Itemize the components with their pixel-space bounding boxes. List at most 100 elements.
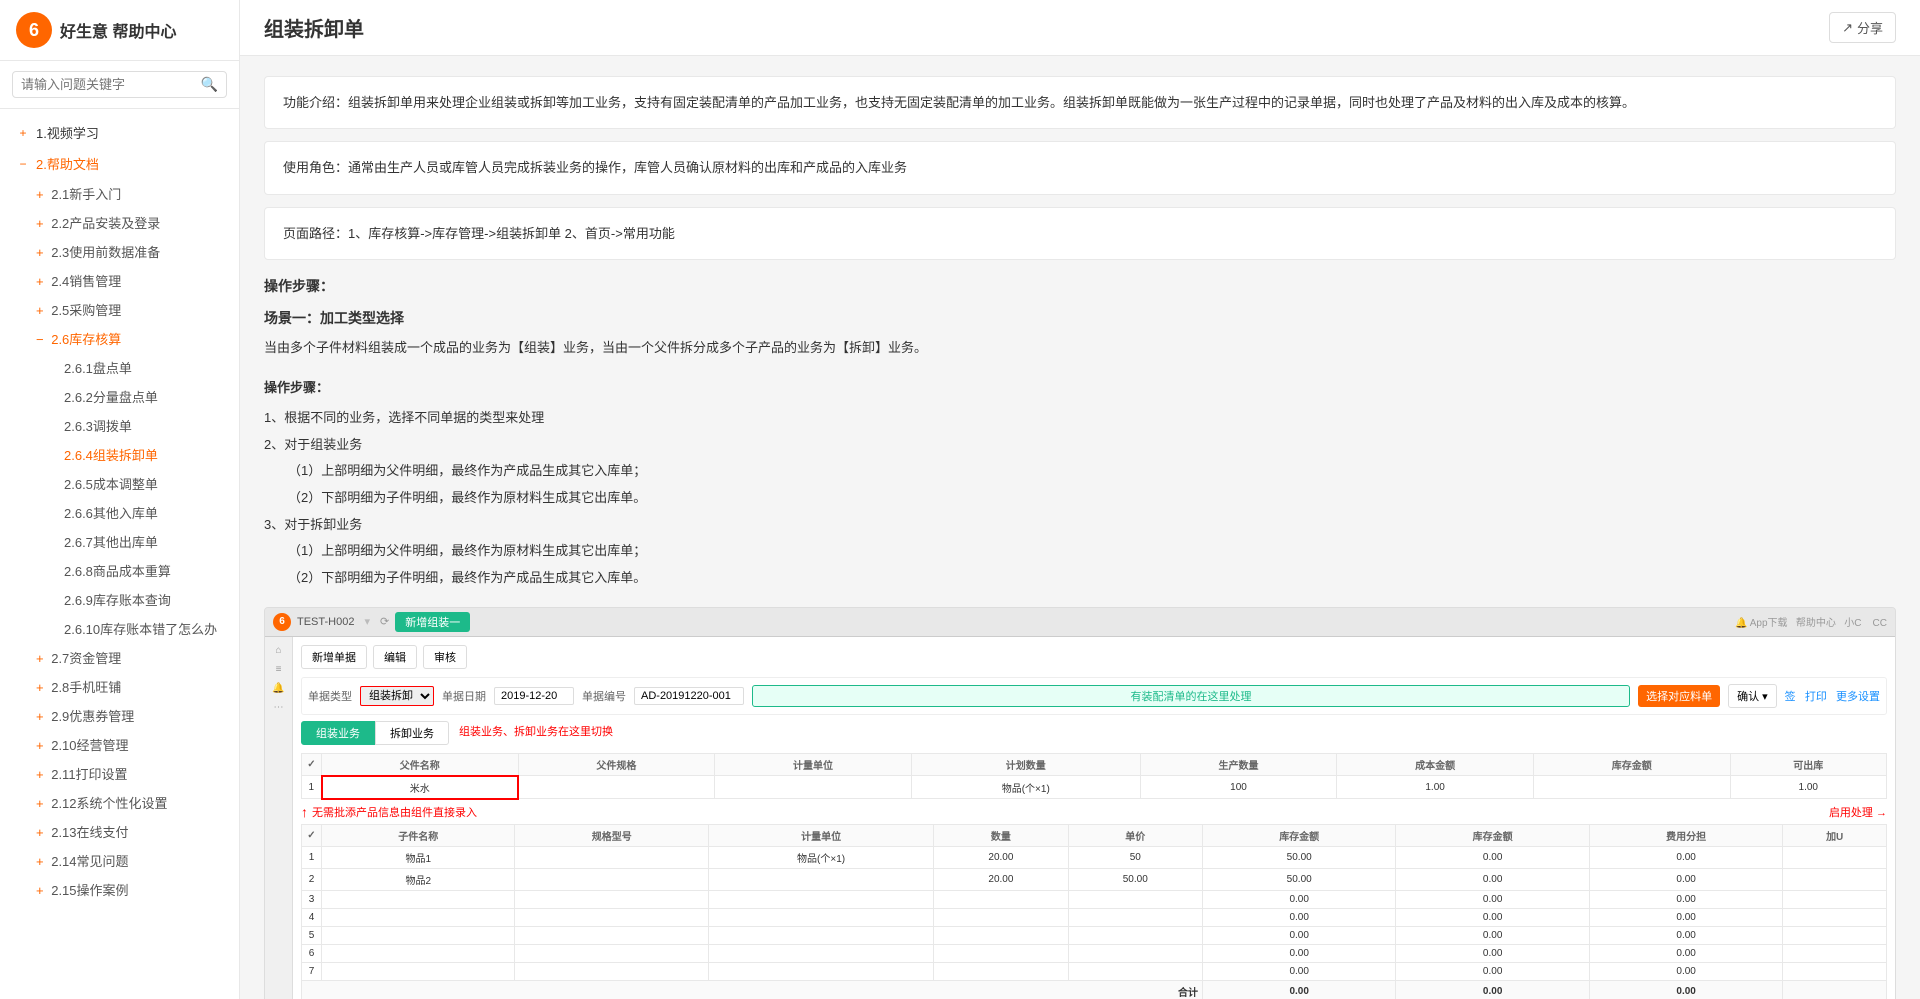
mock-tab-assemble[interactable]: 组装业务: [301, 721, 375, 745]
td-c2-add: [1783, 868, 1887, 890]
sidebar-item-sub29[interactable]: + 2.9优惠券管理: [36, 701, 239, 730]
intro-block-2: 使用角色：通常由生产人员或库管人员完成拆装业务的操作，库管人员确认原材料的出库和…: [264, 141, 1896, 194]
td-parent-spec-1: [518, 776, 715, 799]
td-prod-qty-1: 100: [1140, 776, 1337, 799]
search-input[interactable]: [21, 77, 201, 92]
mock-btn-edit[interactable]: 编辑: [373, 645, 417, 669]
td-c1-add: [1783, 846, 1887, 868]
main-body: 功能介绍：组装拆卸单用来处理企业组装或拆卸等加工业务，支持有固定装配清单的产品加…: [240, 56, 1920, 999]
th-c-stock2: 库存金额: [1396, 824, 1589, 846]
td-c4-check: 4: [302, 908, 322, 926]
td-c6-name: [322, 944, 515, 962]
sidebar-item-sub25[interactable]: + 2.5采购管理: [36, 295, 239, 324]
td-c4-name: [322, 908, 515, 926]
th-c-addu: 加U: [1783, 824, 1887, 846]
th-c-name: 子件名称: [322, 824, 515, 846]
mock-confirm-btn[interactable]: 确认 ▾: [1728, 684, 1777, 708]
th-c-unit: 计量单位: [708, 824, 933, 846]
sidebar-item-sub21[interactable]: + 2.1新手入门: [36, 179, 239, 208]
sidebar-item-263[interactable]: 2.6.3调拨单: [64, 411, 239, 440]
mock-parent-row-1: 1 米水 物品(个×1) 100 1.00 1.00: [302, 776, 1887, 799]
mock-field-date-input[interactable]: [494, 687, 574, 705]
td-c1-price: 50: [1068, 846, 1202, 868]
td-c3-fee: 0.00: [1589, 890, 1782, 908]
mock-btn-new[interactable]: 新增单据: [301, 645, 367, 669]
step-item-0: 1、根据不同的业务，选择不同单据的类型来处理: [264, 406, 1896, 431]
sidebar-item-261[interactable]: 2.6.1盘点单: [64, 353, 239, 382]
td-c1-s2: 0.00: [1396, 846, 1589, 868]
search-box: 🔍: [12, 71, 227, 98]
screenshot-container: 6 TEST-H002 ▾ ⟳ 新增组装一 🔔 App下载 帮助中心 小C CC…: [264, 607, 1896, 999]
sidebar-item-266[interactable]: 2.6.6其他入库单: [64, 498, 239, 527]
intro-text-3: 页面路径：1、库存核算->库存管理->组装拆卸单 2、首页->常用功能: [283, 222, 1877, 245]
mock-select-bill-btn[interactable]: 选择对应料单: [1638, 685, 1720, 707]
sidebar-item-269[interactable]: 2.6.9库存账本查询: [64, 585, 239, 614]
sidebar-item-268[interactable]: 2.6.8商品成本重算: [64, 556, 239, 585]
sidebar-item-sub210[interactable]: + 2.10经营管理: [36, 730, 239, 759]
intro-block-3: 页面路径：1、库存核算->库存管理->组装拆卸单 2、首页->常用功能: [264, 207, 1896, 260]
th-c-fee: 费用分担: [1589, 824, 1782, 846]
sidebar-item-sub26[interactable]: − 2.6库存核算: [36, 324, 239, 353]
mock-action-links: 签 打印 更多设置: [1785, 688, 1880, 704]
mock-fill-annotation-text: 无需批添产品信息由组件直接录入: [312, 804, 477, 820]
td-plan-qty-1: 物品(个×1): [911, 776, 1140, 799]
mock-tab-disassemble[interactable]: 拆卸业务: [375, 721, 449, 745]
sidebar-item-265[interactable]: 2.6.5成本调整单: [64, 469, 239, 498]
td-c1-s1: 50.00: [1202, 846, 1395, 868]
th-c-price: 单价: [1068, 824, 1202, 846]
sidebar-item-sub215[interactable]: + 2.15操作案例: [36, 875, 239, 904]
mock-child-table: ✓ 子件名称 规格型号 计量单位 数量 单价 库存金额 库存金额 费用分担 加U: [301, 824, 1887, 999]
td-footer-add: [1783, 980, 1887, 999]
mock-child-row-2: 2 物品2 20.00 50.00 50.00 0.00 0.00: [302, 868, 1887, 890]
sidebar-item-sub213[interactable]: + 2.13在线支付: [36, 817, 239, 846]
mock-nav-icons: 🔔 App下载 帮助中心 小C CC: [1735, 614, 1887, 629]
sidebar-item-262[interactable]: 2.6.2分量盘点单: [64, 382, 239, 411]
th-c-spec: 规格型号: [515, 824, 708, 846]
th-cost-amt: 成本金额: [1337, 753, 1534, 776]
mock-parent-table-header: ✓ 父件名称 父件规格 计量单位 计划数量 生产数量 成本金额 库存金额 可出库: [302, 753, 1887, 776]
mock-toolbar: 新增单据 编辑 审核: [301, 645, 1887, 669]
sidebar-item-sub211[interactable]: + 2.11打印设置: [36, 759, 239, 788]
td-check-1: 1: [302, 776, 322, 799]
mock-btn-review[interactable]: 审核: [423, 645, 467, 669]
sidebar-item-sub24[interactable]: + 2.4销售管理: [36, 266, 239, 295]
td-c2-qty: 20.00: [934, 868, 1068, 890]
td-c2-spec: [515, 868, 708, 890]
sidebar-item-sub27[interactable]: + 2.7资金管理: [36, 643, 239, 672]
td-c2-price: 50.00: [1068, 868, 1202, 890]
sidebar-item-264[interactable]: 2.6.4组装拆卸单: [64, 440, 239, 469]
sidebar-item-cat1[interactable]: + 1.视频学习: [0, 117, 239, 148]
sidebar-item-sub22[interactable]: + 2.2产品安装及登录: [36, 208, 239, 237]
sidebar-item-sub212[interactable]: + 2.12系统个性化设置: [36, 788, 239, 817]
sidebar-item-sub214[interactable]: + 2.14常见问题: [36, 846, 239, 875]
mock-icon-bell: 🔔: [272, 683, 284, 694]
mock-field-no-input[interactable]: [634, 687, 744, 705]
td-footer-fee: 0.00: [1589, 980, 1782, 999]
mock-type-area: 组装业务 拆卸业务 组装业务、拆卸业务在这里切换: [301, 721, 1887, 745]
td-c5-check: 5: [302, 926, 322, 944]
td-c2-fee: 0.00: [1589, 868, 1782, 890]
th-avail: 可出库: [1730, 753, 1887, 776]
search-icon[interactable]: 🔍: [201, 76, 218, 93]
th-c-check: ✓: [302, 824, 322, 846]
sidebar-item-267[interactable]: 2.6.7其他出库单: [64, 527, 239, 556]
td-c2-s1: 50.00: [1202, 868, 1395, 890]
td-c1-qty: 20.00: [934, 846, 1068, 868]
th-c-stock1: 库存金额: [1202, 824, 1395, 846]
mock-domain-separator: ▾: [364, 615, 370, 628]
plus-icon-sub25: +: [36, 303, 44, 318]
ops-section-title: 操作步骤：: [264, 276, 1896, 296]
share-button[interactable]: ↗ 分享: [1829, 12, 1896, 43]
sidebar-item-cat2[interactable]: − 2.帮助文档: [0, 148, 239, 179]
sidebar-item-2610[interactable]: 2.6.10库存账本错了怎么办: [64, 614, 239, 643]
sidebar-sub26-items: 2.6.1盘点单 2.6.2分量盘点单 2.6.3调拨单 2.6.4组装拆卸单 …: [36, 353, 239, 643]
td-c2-check: 2: [302, 868, 322, 890]
plus-icon-cat1: +: [16, 126, 30, 140]
minus-icon-sub26: −: [36, 332, 44, 347]
mock-process-annotation: 启用处理 →: [1829, 804, 1887, 820]
mock-active-tab[interactable]: 新增组装一: [395, 612, 470, 632]
sidebar-item-sub23[interactable]: + 2.3使用前数据准备: [36, 237, 239, 266]
mock-field-type-input[interactable]: 组装拆卸: [360, 686, 434, 706]
sidebar-item-sub28[interactable]: + 2.8手机旺铺: [36, 672, 239, 701]
mock-field-no-label: 单据编号: [582, 688, 626, 704]
